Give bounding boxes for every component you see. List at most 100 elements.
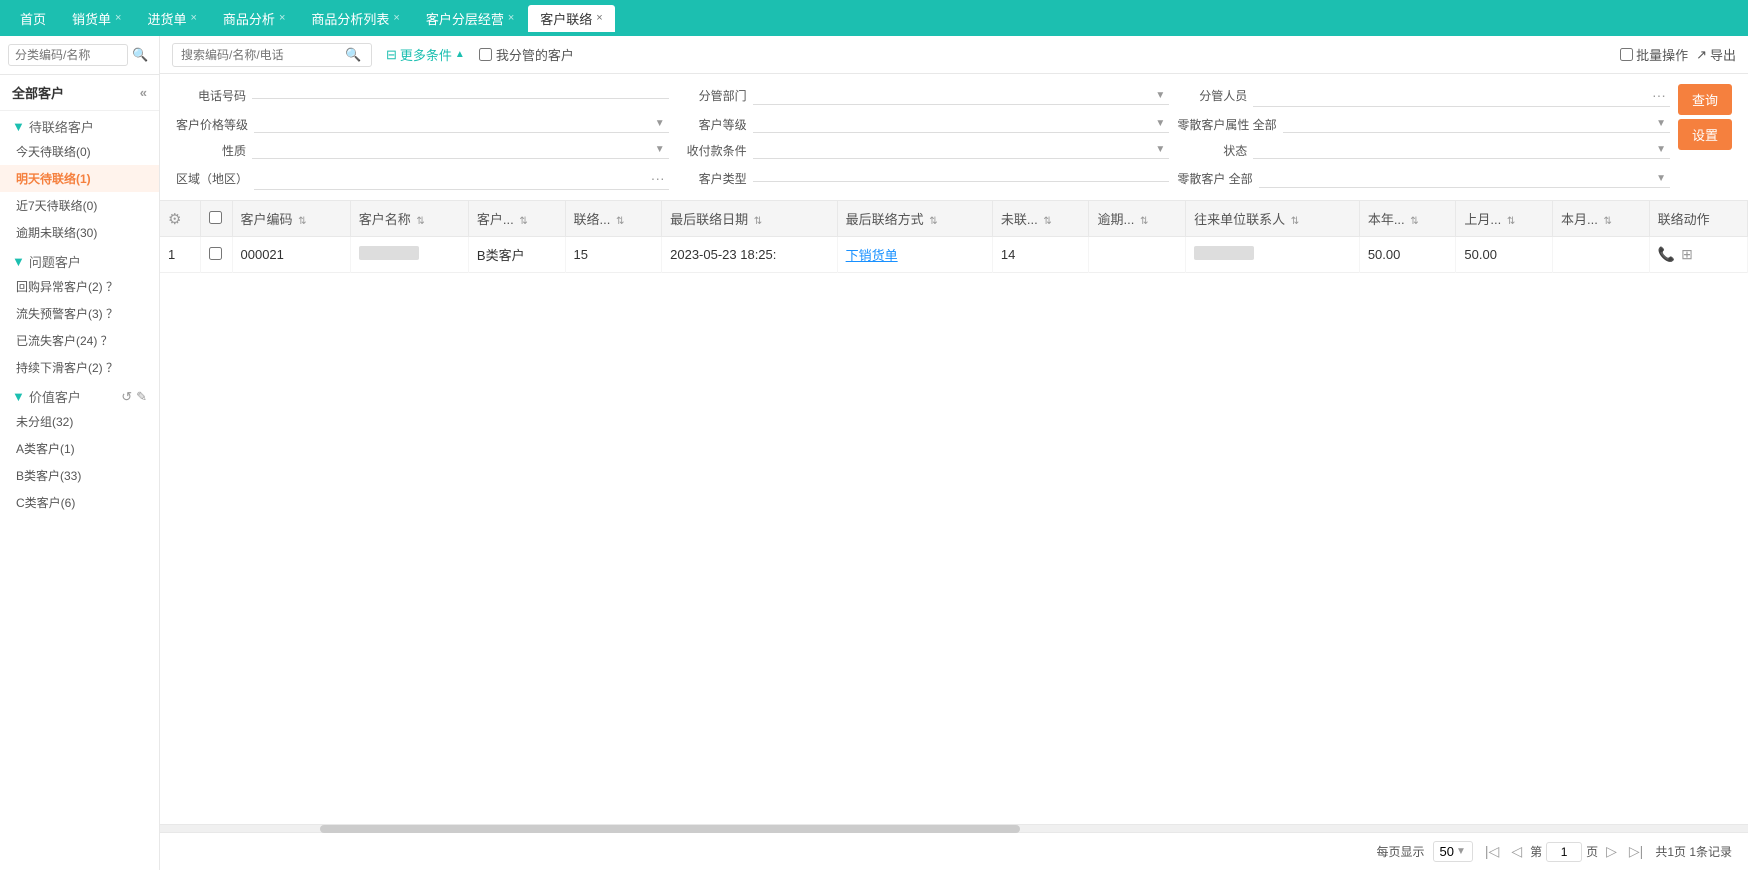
status-select[interactable]: ▼ (1253, 141, 1670, 159)
phone-action-icon[interactable]: 📞 (1658, 246, 1675, 263)
set-button[interactable]: 设置 (1678, 119, 1732, 150)
col-this-month: 本月... ⇅ (1553, 201, 1650, 237)
first-page-btn[interactable]: |◁ (1481, 841, 1503, 862)
total-records-label: 共1页 1条记录 (1655, 843, 1732, 860)
nav-sales-order[interactable]: 销货单 × (60, 5, 133, 32)
chevron-down-icon: ▼ (1155, 144, 1165, 155)
person-input[interactable]: ··· (1253, 84, 1670, 107)
refresh-icon[interactable]: ↺ (121, 389, 132, 405)
unit-contact-blurred (1194, 246, 1254, 260)
sidebar-item-tomorrow[interactable]: 明天待联络(1) (0, 165, 159, 192)
last-page-btn[interactable]: ▷| (1625, 841, 1647, 862)
filter-panel: 电话号码 分管部门 ▼ (160, 74, 1748, 201)
sidebar-item-churned[interactable]: 已流失客户(24) ？ (0, 327, 159, 354)
cell-unit-contact (1186, 237, 1360, 273)
sidebar-item-7days[interactable]: 近7天待联络(0) (0, 192, 159, 219)
dots-icon[interactable]: ··· (651, 170, 665, 186)
action-icons: 📞 ⊞ (1658, 246, 1739, 263)
sidebar-item-ungrouped[interactable]: 未分组(32) (0, 408, 159, 435)
sidebar-search-icon[interactable]: 🔍 (132, 47, 148, 63)
sidebar-section-value: ▼ 价值客户 ↺ ✎ (0, 381, 159, 408)
batch-op-btn[interactable]: 批量操作 (1620, 45, 1688, 64)
customer-level-select[interactable]: ▼ (753, 115, 1170, 133)
select-all-checkbox[interactable] (209, 211, 222, 224)
sidebar-item-today[interactable]: 今天待联络(0) (0, 138, 159, 165)
dept-select[interactable]: ▼ (753, 87, 1170, 105)
cell-index: 1 (160, 237, 200, 273)
triangle-icon: ▼ (12, 119, 25, 134)
triangle-icon: ▼ (12, 389, 25, 404)
sidebar-search-row: 🔍 (0, 36, 159, 75)
table-footer: 每页显示 50 ▼ |◁ ◁ 第 页 ▷ ▷| 共1页 1条记录 (160, 832, 1748, 870)
prev-page-btn[interactable]: ◁ (1507, 841, 1526, 862)
nav-product-analysis-list[interactable]: 商品分析列表 × (299, 5, 411, 32)
page-number-input[interactable] (1546, 842, 1582, 862)
cell-last-contact-date: 2023-05-23 18:25: (662, 237, 838, 273)
export-btn[interactable]: ↗ 导出 (1696, 45, 1736, 64)
price-level-select[interactable]: ▼ (254, 115, 669, 133)
edit-icon[interactable]: ✎ (136, 389, 147, 405)
grid-action-icon[interactable]: ⊞ (1681, 246, 1693, 263)
nav-close-icon[interactable]: × (596, 12, 602, 24)
contact-method-link[interactable]: 下销货单 (846, 248, 898, 263)
next-page-btn[interactable]: ▷ (1602, 841, 1621, 862)
nav-customer-contact[interactable]: 客户联络 × (528, 5, 614, 32)
region-input[interactable]: ··· (254, 167, 669, 190)
sidebar-item-declining[interactable]: 持续下滑客户(2) ？ (0, 354, 159, 381)
sort-icon: ⇅ (1291, 216, 1299, 227)
search-input[interactable] (181, 48, 341, 62)
nav-purchase-order[interactable]: 进货单 × (135, 5, 208, 32)
sidebar-item-repurchase-abnormal[interactable]: 回购异常客户(2) ？ (0, 273, 159, 300)
col-unit-contact: 往来单位联系人 ⇅ (1186, 201, 1360, 237)
horizontal-scrollbar[interactable] (160, 824, 1748, 832)
scrollbar-thumb[interactable] (320, 825, 1020, 833)
nav-close-icon[interactable]: × (508, 12, 514, 24)
query-button[interactable]: 查询 (1678, 84, 1732, 115)
col-last-month: 上月... ⇅ (1456, 201, 1553, 237)
chevron-down-icon: ▼ (1155, 90, 1165, 101)
nav-close-icon[interactable]: × (115, 12, 121, 24)
nav-close-icon[interactable]: × (190, 12, 196, 24)
nav-customer-segmentation[interactable]: 客户分层经营 × (414, 5, 526, 32)
per-page-select[interactable]: 50 ▼ (1433, 841, 1473, 862)
sidebar-item-class-c[interactable]: C类客户(6) (0, 489, 159, 516)
filter-item-person: 分管人员 ··· (1177, 84, 1670, 107)
phone-input[interactable] (252, 92, 669, 99)
content-area: 🔍 ⊟ 更多条件 ▲ 我分管的客户 批量操作 ↗ 导出 (160, 36, 1748, 870)
sidebar-item-class-b[interactable]: B类客户(33) (0, 462, 159, 489)
search-icon[interactable]: 🔍 (345, 47, 361, 63)
sort-icon: ⇅ (1043, 216, 1051, 227)
nav-close-icon[interactable]: × (393, 12, 399, 24)
sidebar-item-class-a[interactable]: A类客户(1) (0, 435, 159, 462)
filter-more-btn[interactable]: ⊟ 更多条件 ▲ (380, 42, 471, 67)
export-icon: ↗ (1696, 47, 1707, 63)
sidebar-search-input[interactable] (8, 44, 128, 66)
my-customers-checkbox[interactable]: 我分管的客户 (479, 45, 574, 64)
filter-actions: 查询 设置 (1678, 84, 1732, 190)
sidebar-item-overdue[interactable]: 逾期未联络(30) (0, 219, 159, 246)
gear-icon[interactable]: ⚙ (168, 211, 181, 228)
customer-type-select[interactable] (753, 175, 1170, 182)
row-checkbox[interactable] (209, 247, 222, 260)
sidebar-section-pending: ▼ 待联络客户 (0, 111, 159, 138)
cell-name (350, 237, 468, 273)
dots-icon[interactable]: ··· (1652, 87, 1666, 103)
cell-last-contact-method: 下销货单 (837, 237, 992, 273)
retail-attr-select[interactable]: ▼ (1283, 115, 1670, 133)
customer-table: ⚙ 客户编码 ⇅ 客户名称 ⇅ (160, 201, 1748, 273)
nature-select[interactable]: ▼ (252, 141, 669, 159)
sidebar-all-customers[interactable]: 全部客户 « (0, 75, 159, 111)
payment-select[interactable]: ▼ (753, 141, 1170, 159)
nav-product-analysis[interactable]: 商品分析 × (211, 5, 297, 32)
sidebar-item-churn-warning[interactable]: 流失预警客户(3) ？ (0, 300, 159, 327)
triangle-icon: ▼ (12, 254, 25, 269)
cell-action: 📞 ⊞ (1649, 237, 1747, 273)
nav-close-icon[interactable]: × (279, 12, 285, 24)
collapse-icon[interactable]: « (140, 85, 147, 100)
filter-item-retail-customer: 零散客户 全部 ▼ (1177, 170, 1670, 188)
batch-checkbox[interactable] (1620, 48, 1633, 61)
filter-row-1: 电话号码 分管部门 ▼ (176, 84, 1670, 107)
nav-home[interactable]: 首页 (8, 5, 58, 32)
retail-customer-select[interactable]: ▼ (1259, 170, 1670, 188)
my-customers-check[interactable] (479, 48, 492, 61)
